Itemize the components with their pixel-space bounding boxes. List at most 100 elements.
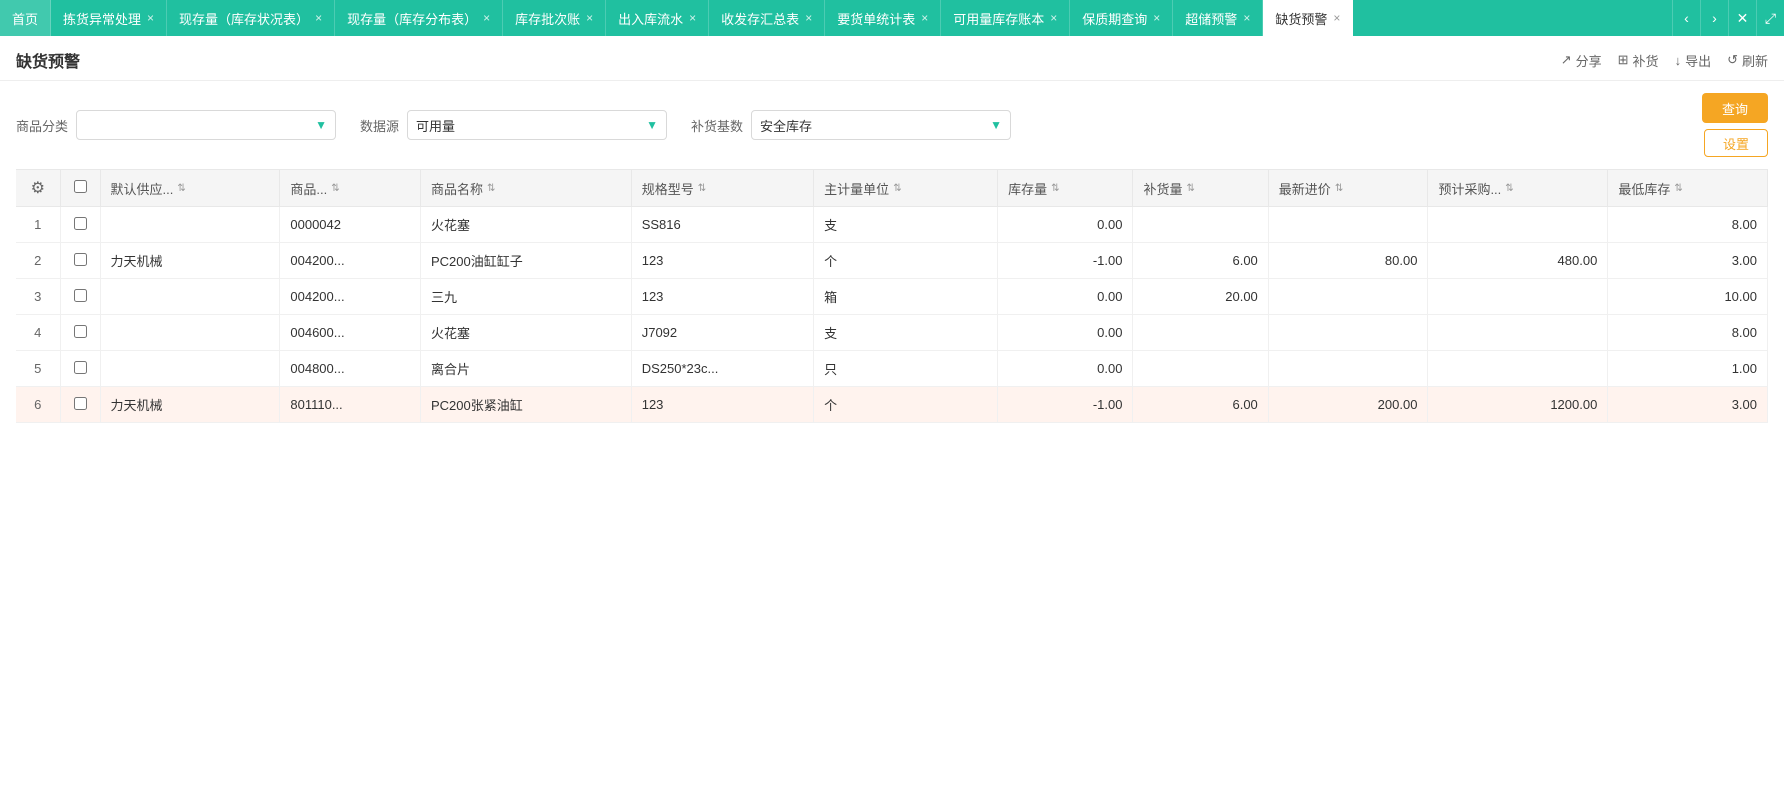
row-unit-4: 支 (814, 315, 998, 351)
tab-overstock[interactable]: 超储预警 × (1173, 0, 1263, 36)
share-button[interactable]: ↗ 分享 (1561, 51, 1602, 70)
th-code[interactable]: 商品... ⇅ (280, 170, 421, 207)
supplier-sort-icon: ⇅ (177, 183, 185, 194)
category-arrow-icon: ▼ (315, 118, 327, 132)
tab-close-inout[interactable]: × (689, 11, 696, 25)
row-select-checkbox[interactable] (74, 361, 87, 374)
row-unit-1: 支 (814, 207, 998, 243)
tab-close-available[interactable]: × (1050, 11, 1057, 25)
tab-home[interactable]: 首页 (0, 0, 51, 36)
tab-close-stock2[interactable]: × (483, 11, 490, 25)
row-est-purchase-2: 480.00 (1428, 243, 1608, 279)
page-header: 缺货预警 ↗ 分享 ⊞ 补货 ↓ 导出 ↺ 刷新 (0, 36, 1784, 81)
row-num-4: 4 (16, 315, 60, 351)
th-spec[interactable]: 规格型号 ⇅ (631, 170, 813, 207)
th-stock[interactable]: 库存量 ⇅ (998, 170, 1133, 207)
row-replenish-1 (1133, 207, 1268, 243)
row-supplier-3 (100, 279, 280, 315)
th-replenish[interactable]: 补货量 ⇅ (1133, 170, 1268, 207)
tab-close-expiry[interactable]: × (1153, 11, 1160, 25)
row-spec-2: 123 (631, 243, 813, 279)
row-checkbox-2[interactable] (60, 243, 100, 279)
th-latest-price[interactable]: 最新进价 ⇅ (1268, 170, 1428, 207)
tab-shortage[interactable]: 缺货预警 × (1263, 0, 1353, 36)
select-all-checkbox[interactable] (74, 180, 87, 193)
row-select-checkbox[interactable] (74, 289, 87, 302)
settings-button[interactable]: 设置 (1704, 129, 1768, 157)
th-supplier[interactable]: 默认供应... ⇅ (100, 170, 280, 207)
table-row: 5 004800... 离合片 DS250*23c... 只 0.00 1.00 (16, 351, 1768, 387)
tab-close-stock1[interactable]: × (315, 11, 322, 25)
row-replenish-5 (1133, 351, 1268, 387)
row-checkbox-1[interactable] (60, 207, 100, 243)
row-unit-2: 个 (814, 243, 998, 279)
tab-receipt[interactable]: 收发存汇总表 × (709, 0, 825, 36)
row-name-5: 离合片 (420, 351, 631, 387)
row-checkbox-3[interactable] (60, 279, 100, 315)
tab-expand-btn[interactable]: ⤢ (1756, 0, 1784, 36)
row-supplier-1 (100, 207, 280, 243)
table-header-row: ⚙ 默认供应... ⇅ 商品... ⇅ (16, 170, 1768, 207)
replenish-button[interactable]: ⊞ 补货 (1618, 51, 1659, 70)
row-name-6: PC200张紧油缸 (420, 387, 631, 423)
row-select-checkbox[interactable] (74, 217, 87, 230)
row-latest-price-4 (1268, 315, 1428, 351)
tab-close-overstock[interactable]: × (1243, 11, 1250, 25)
row-select-checkbox[interactable] (74, 325, 87, 338)
tab-prev-btn[interactable]: ‹ (1672, 0, 1700, 36)
row-checkbox-4[interactable] (60, 315, 100, 351)
replenish-sort-icon: ⇅ (1186, 183, 1194, 194)
category-select[interactable]: ▼ (76, 110, 336, 140)
datasource-value: 可用量 (416, 116, 646, 135)
query-button[interactable]: 查询 (1702, 93, 1768, 123)
row-name-3: 三九 (420, 279, 631, 315)
table-row: 4 004600... 火花塞 J7092 支 0.00 8.00 (16, 315, 1768, 351)
latest-price-sort-icon: ⇅ (1335, 183, 1343, 194)
replenish-base-value: 安全库存 (760, 116, 990, 135)
tab-stock2[interactable]: 现存量（库存分布表） × (335, 0, 503, 36)
tab-next-btn[interactable]: › (1700, 0, 1728, 36)
tab-close-exception[interactable]: × (147, 11, 154, 25)
row-checkbox-6[interactable] (60, 387, 100, 423)
row-select-checkbox[interactable] (74, 397, 87, 410)
row-replenish-2: 6.00 (1133, 243, 1268, 279)
gear-icon[interactable]: ⚙ (31, 180, 45, 197)
row-checkbox-5[interactable] (60, 351, 100, 387)
tab-batch[interactable]: 库存批次账 × (503, 0, 606, 36)
row-num-3: 3 (16, 279, 60, 315)
tab-order[interactable]: 要货单统计表 × (825, 0, 941, 36)
tab-close-receipt[interactable]: × (805, 11, 812, 25)
code-sort-icon: ⇅ (331, 183, 339, 194)
table-container: ⚙ 默认供应... ⇅ 商品... ⇅ (0, 169, 1784, 439)
tab-close-order[interactable]: × (921, 11, 928, 25)
tab-close-btn[interactable]: ✕ (1728, 0, 1756, 36)
tab-close-batch[interactable]: × (586, 11, 593, 25)
th-checkbox[interactable] (60, 170, 100, 207)
row-est-purchase-1 (1428, 207, 1608, 243)
row-latest-price-6: 200.00 (1268, 387, 1428, 423)
tab-stock1[interactable]: 现存量（库存状况表） × (167, 0, 335, 36)
th-gear[interactable]: ⚙ (16, 170, 60, 207)
row-supplier-6: 力天机械 (100, 387, 280, 423)
th-name[interactable]: 商品名称 ⇅ (420, 170, 631, 207)
tab-exception[interactable]: 拣货异常处理 × (51, 0, 167, 36)
datasource-select[interactable]: 可用量 ▼ (407, 110, 667, 140)
row-est-purchase-6: 1200.00 (1428, 387, 1608, 423)
replenish-base-select[interactable]: 安全库存 ▼ (751, 110, 1011, 140)
row-select-checkbox[interactable] (74, 253, 87, 266)
row-supplier-4 (100, 315, 280, 351)
tab-inout[interactable]: 出入库流水 × (606, 0, 709, 36)
th-unit[interactable]: 主计量单位 ⇅ (814, 170, 998, 207)
tab-available[interactable]: 可用量库存账本 × (941, 0, 1070, 36)
export-button[interactable]: ↓ 导出 (1675, 51, 1712, 70)
tab-expiry[interactable]: 保质期查询 × (1070, 0, 1173, 36)
row-code-3: 004200... (280, 279, 421, 315)
th-min-stock[interactable]: 最低库存 ⇅ (1608, 170, 1768, 207)
refresh-button[interactable]: ↺ 刷新 (1727, 51, 1768, 70)
filter-actions: 查询 设置 (1702, 93, 1768, 157)
tab-close-shortage[interactable]: × (1333, 11, 1340, 25)
row-name-4: 火花塞 (420, 315, 631, 351)
export-icon: ↓ (1675, 53, 1682, 68)
table-row: 2 力天机械 004200... PC200油缸缸子 123 个 -1.00 6… (16, 243, 1768, 279)
th-est-purchase[interactable]: 预计采购... ⇅ (1428, 170, 1608, 207)
